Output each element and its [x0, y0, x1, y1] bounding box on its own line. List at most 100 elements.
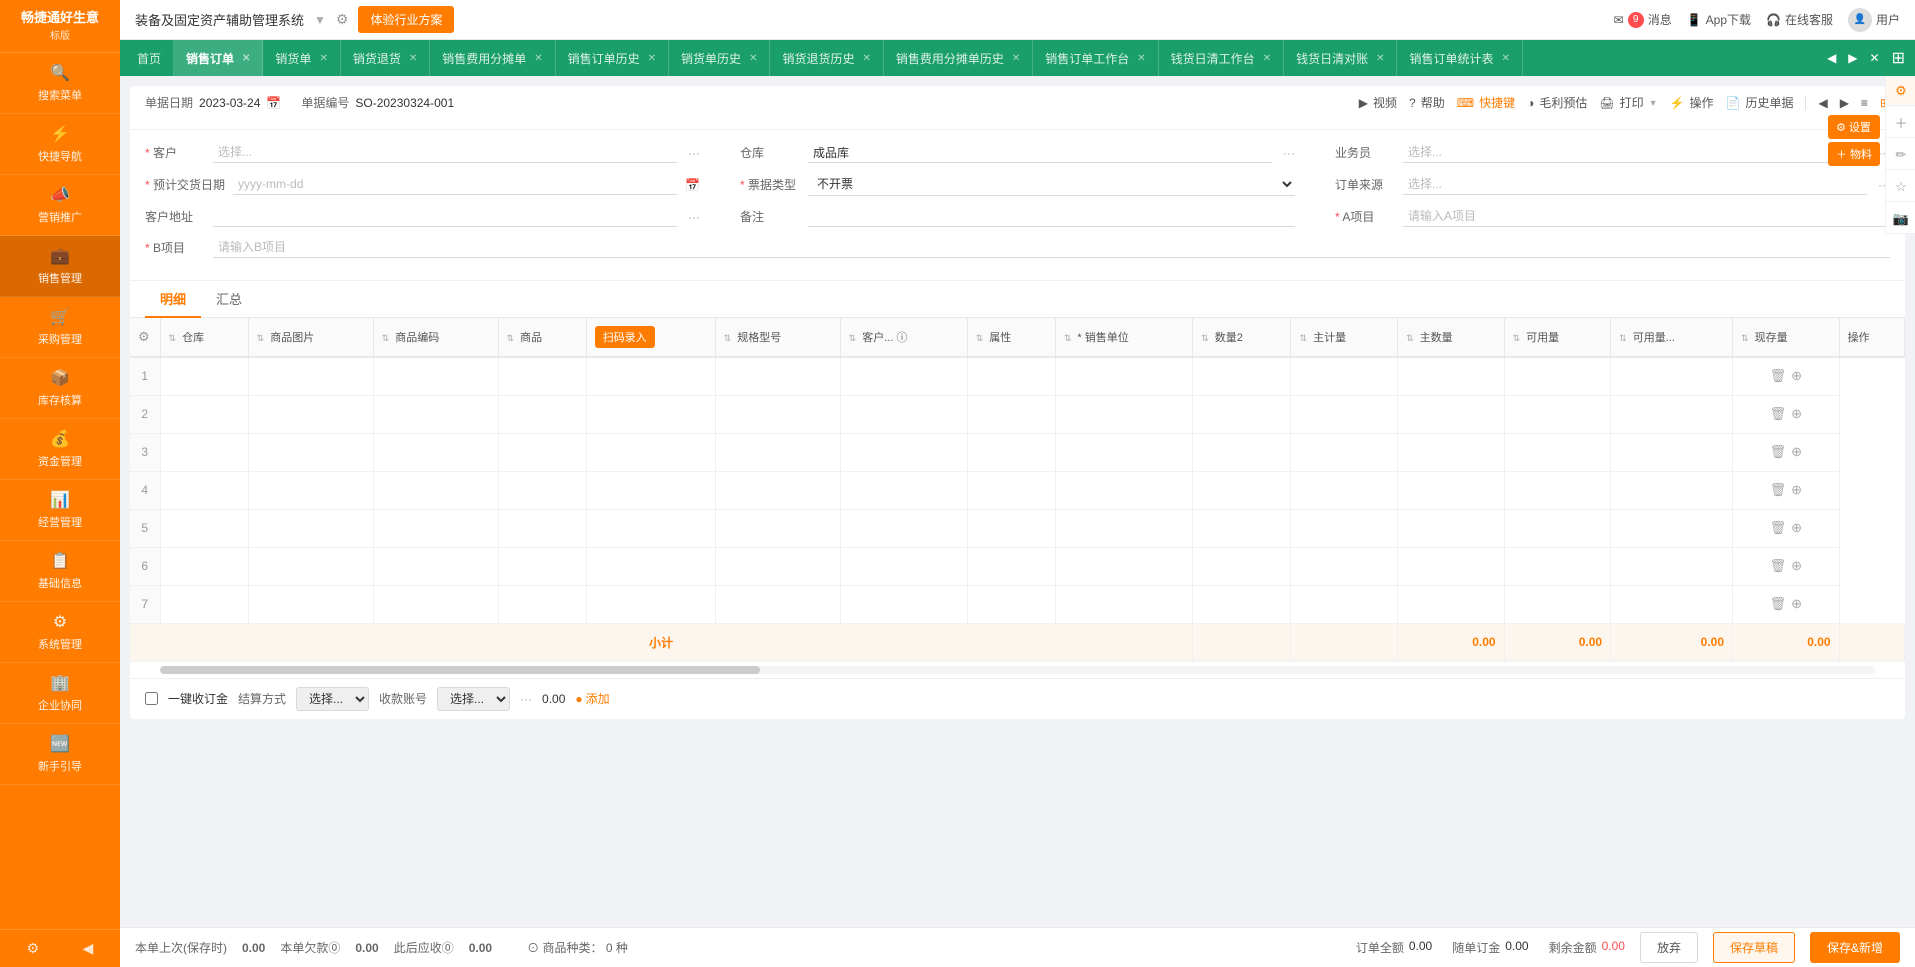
tab-stats-close[interactable]: ✕ [1502, 53, 1510, 64]
table-cell[interactable] [160, 433, 248, 471]
copy-row-icon[interactable]: ⊕ [1791, 596, 1802, 612]
tab-daily-reconcile[interactable]: 钱货日清对账 ✕ [1284, 40, 1397, 76]
table-cell[interactable] [1398, 585, 1505, 623]
sidebar-item-marketing[interactable]: 📣 营销推广 [0, 175, 120, 236]
table-cell[interactable] [498, 509, 586, 547]
sort-icon[interactable]: ⇅ [1064, 333, 1072, 343]
sidebar-item-operations[interactable]: 📊 经营管理 [0, 480, 120, 541]
table-cell[interactable] [1398, 471, 1505, 509]
right-sidebar-settings-btn[interactable]: ⚙ [1886, 76, 1915, 106]
app-download-item[interactable]: 📱 App下载 [1687, 11, 1751, 28]
table-cell[interactable] [248, 433, 373, 471]
table-cell[interactable] [715, 471, 840, 509]
tab-slip-history-close[interactable]: ✕ [749, 53, 757, 64]
table-cell[interactable] [1504, 395, 1611, 433]
next-page-icon[interactable]: ▶ [1840, 96, 1849, 110]
table-cell[interactable] [840, 357, 967, 395]
tab-sales-slip[interactable]: 销货单 ✕ [263, 40, 340, 76]
table-cell[interactable] [373, 433, 498, 471]
sort-icon[interactable]: ⇅ [1201, 333, 1209, 343]
tab-returns-history-close[interactable]: ✕ [862, 53, 870, 64]
online-service-item[interactable]: 🎧 在线客服 [1766, 11, 1833, 28]
delivery-input[interactable] [233, 174, 677, 195]
table-cell[interactable] [1398, 433, 1505, 471]
horizontal-scrollbar[interactable] [160, 666, 1875, 674]
copy-row-icon[interactable]: ⊕ [1791, 558, 1802, 574]
tab-sales-order-close[interactable]: ✕ [242, 53, 250, 64]
sidebar-item-search[interactable]: 🔍 搜索菜单 [0, 53, 120, 114]
staff-input[interactable] [1403, 142, 1867, 163]
collapse-icon[interactable]: ◀ [83, 940, 94, 957]
sort-icon[interactable]: ⇅ [169, 333, 177, 343]
action-cell[interactable]: 🗑⊕ [1733, 547, 1840, 585]
tab-order-history[interactable]: 销售订单历史 ✕ [556, 40, 669, 76]
table-cell[interactable] [1398, 395, 1505, 433]
invoice-select[interactable]: 不开票 增值税普通发票 增值税专用发票 [808, 173, 1295, 196]
table-cell[interactable] [498, 585, 586, 623]
table-cell[interactable] [715, 509, 840, 547]
tab-home[interactable]: 首页 [125, 40, 174, 76]
tab-daily-reconcile-close[interactable]: ✕ [1376, 53, 1384, 64]
table-cell[interactable] [1611, 433, 1733, 471]
add-btn[interactable]: ● 添加 [575, 690, 609, 707]
tab-expense-history-close[interactable]: ✕ [1012, 53, 1020, 64]
operate-toolbar-item[interactable]: ⚡ 操作 [1670, 94, 1714, 111]
action-cell[interactable]: 🗑⊕ [1733, 509, 1840, 547]
table-cell[interactable] [1193, 471, 1291, 509]
a-project-input[interactable] [1403, 206, 1890, 227]
b-project-input[interactable] [213, 237, 1890, 258]
table-cell[interactable] [1291, 547, 1398, 585]
settings-right-btn[interactable]: ⚙ 设置 [1828, 115, 1880, 139]
right-sidebar-edit-btn[interactable]: ✏ [1886, 140, 1915, 170]
table-cell[interactable] [840, 395, 967, 433]
copy-row-icon[interactable]: ⊕ [1791, 520, 1802, 536]
table-cell[interactable] [1291, 585, 1398, 623]
table-cell[interactable] [586, 585, 715, 623]
sort-icon[interactable]: ⇅ [724, 333, 732, 343]
delete-row-icon[interactable]: 🗑 [1770, 406, 1787, 422]
table-cell[interactable] [1291, 509, 1398, 547]
nav-tabs-close-all[interactable]: ✕ [1865, 49, 1885, 67]
table-cell[interactable] [373, 585, 498, 623]
table-cell[interactable] [1291, 471, 1398, 509]
table-cell[interactable] [967, 471, 1055, 509]
sort-icon[interactable]: ⇅ [507, 333, 515, 343]
table-cell[interactable] [1193, 547, 1291, 585]
table-cell[interactable] [715, 585, 840, 623]
settings-bottom-icon[interactable]: ⚙ [27, 940, 40, 957]
action-cell[interactable]: 🗑⊕ [1733, 433, 1840, 471]
tab-sales-order[interactable]: 销售订单 ✕ [174, 40, 263, 76]
payment-method-select[interactable]: 选择... [296, 687, 369, 711]
tab-returns-close[interactable]: ✕ [409, 53, 417, 64]
table-cell[interactable] [498, 357, 586, 395]
header-settings-icon[interactable]: ⚙ [336, 11, 349, 28]
table-cell[interactable] [1055, 395, 1192, 433]
profit-toolbar-item[interactable]: ◑ 毛利预估 [1527, 94, 1587, 111]
warehouse-input[interactable] [808, 142, 1272, 163]
tab-sales-slip-close[interactable]: ✕ [319, 53, 327, 64]
table-cell[interactable] [248, 357, 373, 395]
table-cell[interactable] [160, 585, 248, 623]
industry-btn[interactable]: 体验行业方案 [358, 6, 454, 33]
sidebar-item-quick[interactable]: ⚡ 快捷导航 [0, 114, 120, 175]
table-cell[interactable] [1504, 547, 1611, 585]
sort-icon[interactable]: ⇅ [1299, 333, 1307, 343]
tab-workbench-close[interactable]: ✕ [1137, 53, 1145, 64]
table-cell[interactable] [1504, 433, 1611, 471]
copy-row-icon[interactable]: ⊕ [1791, 368, 1802, 384]
table-cell[interactable] [1055, 433, 1192, 471]
table-cell[interactable] [160, 357, 248, 395]
table-cell[interactable] [586, 433, 715, 471]
table-cell[interactable] [1291, 395, 1398, 433]
nav-tabs-next-arrow[interactable]: ▶ [1843, 49, 1862, 67]
customer-addr-dots[interactable]: ··· [688, 210, 700, 224]
view-toolbar-item[interactable]: ▶ 视频 [1359, 94, 1397, 111]
tab-workbench[interactable]: 销售订单工作台 ✕ [1033, 40, 1158, 76]
account-select[interactable]: 选择... [437, 687, 510, 711]
table-cell[interactable] [160, 509, 248, 547]
table-cell[interactable] [498, 547, 586, 585]
sort-icon[interactable]: ⇅ [1741, 333, 1749, 343]
table-cell[interactable] [1398, 509, 1505, 547]
delete-row-icon[interactable]: 🗑 [1770, 444, 1787, 460]
sidebar-item-guide[interactable]: 🆕 新手引导 [0, 724, 120, 785]
